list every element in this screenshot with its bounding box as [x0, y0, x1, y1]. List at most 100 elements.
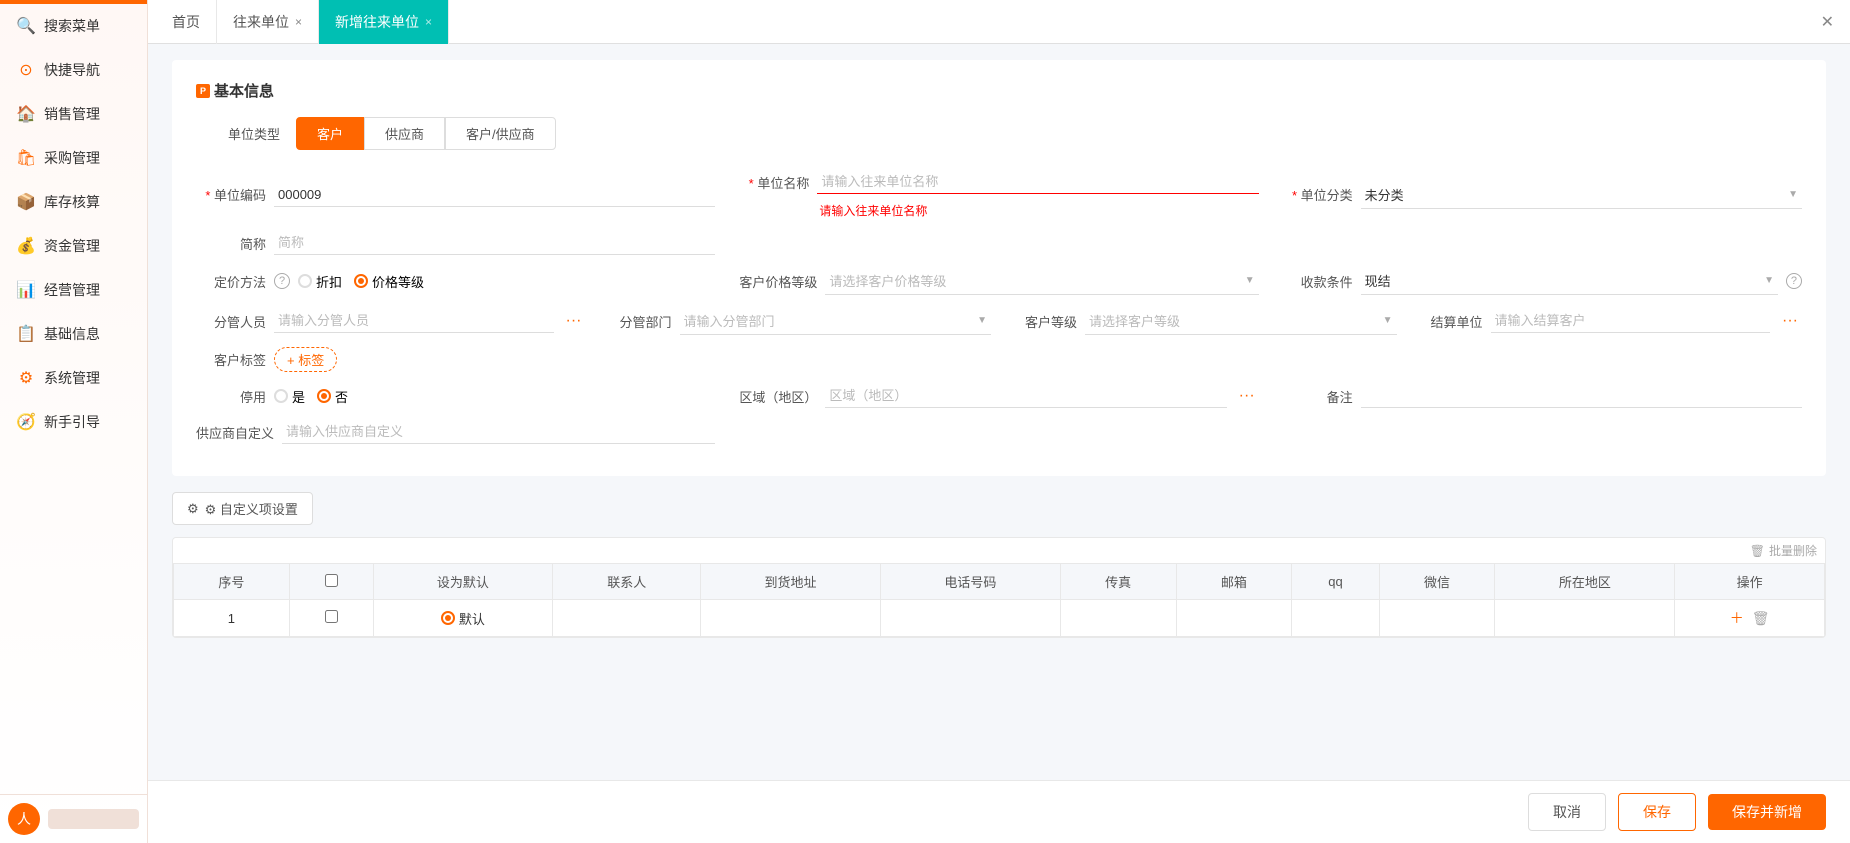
sidebar-item-quick-nav[interactable]: ⊙ 快捷导航: [0, 48, 147, 92]
sidebar-bottom-bar: [48, 809, 139, 829]
manager-label: 分管人员: [196, 312, 266, 331]
default-radio-circle: [441, 611, 455, 625]
customer-level-label: 客户等级: [1007, 312, 1077, 331]
btn-customer[interactable]: 客户: [296, 117, 364, 150]
sidebar-item-base[interactable]: 📋 基础信息: [0, 312, 147, 356]
manager-more-btn[interactable]: ···: [562, 312, 586, 330]
form-card: P 基本信息 单位类型 客户 供应商 客户/供应商 单位编码: [172, 60, 1826, 476]
price-level-radio-circle: [354, 274, 368, 288]
save-new-button[interactable]: 保存并新增: [1708, 794, 1826, 830]
sidebar-item-label: 经营管理: [44, 280, 100, 300]
payment-help-icon[interactable]: ?: [1786, 273, 1802, 289]
settlement-more-btn[interactable]: ···: [1778, 312, 1802, 330]
customer-level-placeholder: 请选择客户等级: [1089, 311, 1379, 330]
unit-category-item: 单位分类 未分类 ▼: [1283, 170, 1802, 219]
custom-settings-label: ⚙ 自定义项设置: [205, 499, 298, 518]
region-more-btn[interactable]: ···: [1235, 387, 1259, 405]
unit-name-error: 请输入往来单位名称: [819, 204, 927, 218]
tag-add-button[interactable]: + 标签: [274, 347, 337, 372]
no-radio-circle: [317, 389, 331, 403]
batch-delete-button[interactable]: 🗑 批量删除: [1750, 542, 1817, 559]
supplier-custom-input[interactable]: [282, 420, 715, 444]
pricing-help-icon[interactable]: ?: [274, 273, 290, 289]
unit-code-label: 单位编码: [196, 185, 266, 204]
sidebar-item-guide[interactable]: 🧭 新手引导: [0, 400, 147, 444]
row-checkbox[interactable]: [289, 600, 373, 637]
row-default[interactable]: 默认: [373, 600, 553, 637]
row-no: 1: [174, 600, 290, 637]
sidebar-item-operations[interactable]: 📊 经营管理: [0, 268, 147, 312]
pricing-label: 定价方法: [196, 272, 266, 291]
abbr-input[interactable]: [274, 231, 715, 255]
unit-category-select[interactable]: 未分类 ▼: [1361, 181, 1802, 209]
window-close-btn[interactable]: ✕: [1821, 12, 1834, 32]
tags-item: 客户标签 + 标签: [196, 347, 715, 372]
sidebar-item-label: 销售管理: [44, 104, 100, 124]
th-fax: 传真: [1060, 564, 1176, 600]
dept-select[interactable]: 请输入分管部门 ▼: [680, 307, 992, 335]
unit-name-item: 单位名称 请输入往来单位名称: [739, 170, 1258, 219]
sidebar-item-label: 资金管理: [44, 236, 100, 256]
manager-item: 分管人员 ···: [196, 307, 586, 335]
sales-icon: 🏠: [16, 104, 36, 124]
tab-units[interactable]: 往来单位 ×: [217, 0, 319, 44]
customer-price-select[interactable]: 请选择客户价格等级 ▼: [825, 267, 1258, 295]
save-button[interactable]: 保存: [1618, 793, 1696, 831]
form-row-abbr: 简称: [196, 231, 1802, 255]
sidebar-item-finance[interactable]: 💰 资金管理: [0, 224, 147, 268]
delete-row-icon[interactable]: 🗑: [1752, 610, 1770, 627]
sidebar-item-sales[interactable]: 🏠 销售管理: [0, 92, 147, 136]
sidebar-item-search[interactable]: 🔍 搜索菜单: [0, 4, 147, 48]
dept-placeholder: 请输入分管部门: [684, 311, 974, 330]
pricing-radio-discount[interactable]: 折扣: [298, 272, 342, 291]
tab-units-label: 往来单位: [233, 12, 289, 32]
tab-new-unit-close[interactable]: ×: [425, 15, 432, 29]
th-checkbox[interactable]: [289, 564, 373, 600]
tab-home[interactable]: 首页: [156, 0, 217, 44]
yes-label: 是: [292, 387, 305, 406]
disable-radio-no[interactable]: 否: [317, 387, 348, 406]
inventory-icon: 📦: [16, 192, 36, 212]
sidebar-item-purchase[interactable]: 🛍 采购管理: [0, 136, 147, 180]
add-row-icon[interactable]: ＋: [1730, 608, 1744, 628]
manager-input[interactable]: [274, 309, 554, 333]
custom-settings-button[interactable]: ⚙ ⚙ 自定义项设置: [172, 492, 313, 525]
table-header-row: 序号 设为默认 联系人 到货地址 电话号码 传真 邮箱 qq 微信 所在地区 操…: [174, 564, 1825, 600]
region-input[interactable]: [825, 384, 1226, 408]
tab-units-close[interactable]: ×: [295, 15, 302, 29]
btn-both[interactable]: 客户/供应商: [445, 117, 556, 150]
row-default-radio[interactable]: 默认: [384, 609, 543, 628]
unit-code-input[interactable]: [274, 183, 715, 207]
default-radio-dot: [445, 615, 451, 621]
gear-icon: ⚙: [187, 501, 199, 517]
delete-icon: 🗑: [1750, 544, 1765, 558]
sidebar-item-inventory[interactable]: 📦 库存核算: [0, 180, 147, 224]
row-checkbox-input[interactable]: [325, 610, 338, 623]
remark-label: 备注: [1283, 387, 1353, 406]
row-qq: [1292, 600, 1379, 637]
cancel-button[interactable]: 取消: [1528, 793, 1606, 831]
btn-supplier[interactable]: 供应商: [364, 117, 445, 150]
select-all-checkbox[interactable]: [325, 574, 338, 587]
row-address: [701, 600, 881, 637]
tab-new-unit[interactable]: 新增往来单位 ×: [319, 0, 449, 44]
unit-name-input[interactable]: [817, 170, 1258, 194]
disable-radio-yes[interactable]: 是: [274, 387, 305, 406]
pricing-radio-group: 折扣 价格等级: [298, 272, 424, 291]
remark-input[interactable]: [1361, 384, 1802, 408]
th-qq: qq: [1292, 564, 1379, 600]
dept-label: 分管部门: [602, 312, 672, 331]
main-area: 首页 往来单位 × 新增往来单位 × ✕ P 基本信息 单位类型: [148, 0, 1850, 843]
customer-level-select[interactable]: 请选择客户等级 ▼: [1085, 307, 1397, 335]
user-avatar: 人: [8, 803, 40, 835]
no-radio-dot: [321, 393, 327, 399]
sidebar-item-system[interactable]: ⚙ 系统管理: [0, 356, 147, 400]
th-action: 操作: [1675, 564, 1825, 600]
payment-select[interactable]: 现结 ▼: [1361, 267, 1778, 295]
pricing-radio-price-level[interactable]: 价格等级: [354, 272, 424, 291]
search-icon: 🔍: [16, 16, 36, 36]
th-region: 所在地区: [1495, 564, 1675, 600]
row-wechat: [1379, 600, 1495, 637]
disable-item: 停用 是 否: [196, 384, 715, 408]
settlement-input[interactable]: [1491, 309, 1771, 333]
